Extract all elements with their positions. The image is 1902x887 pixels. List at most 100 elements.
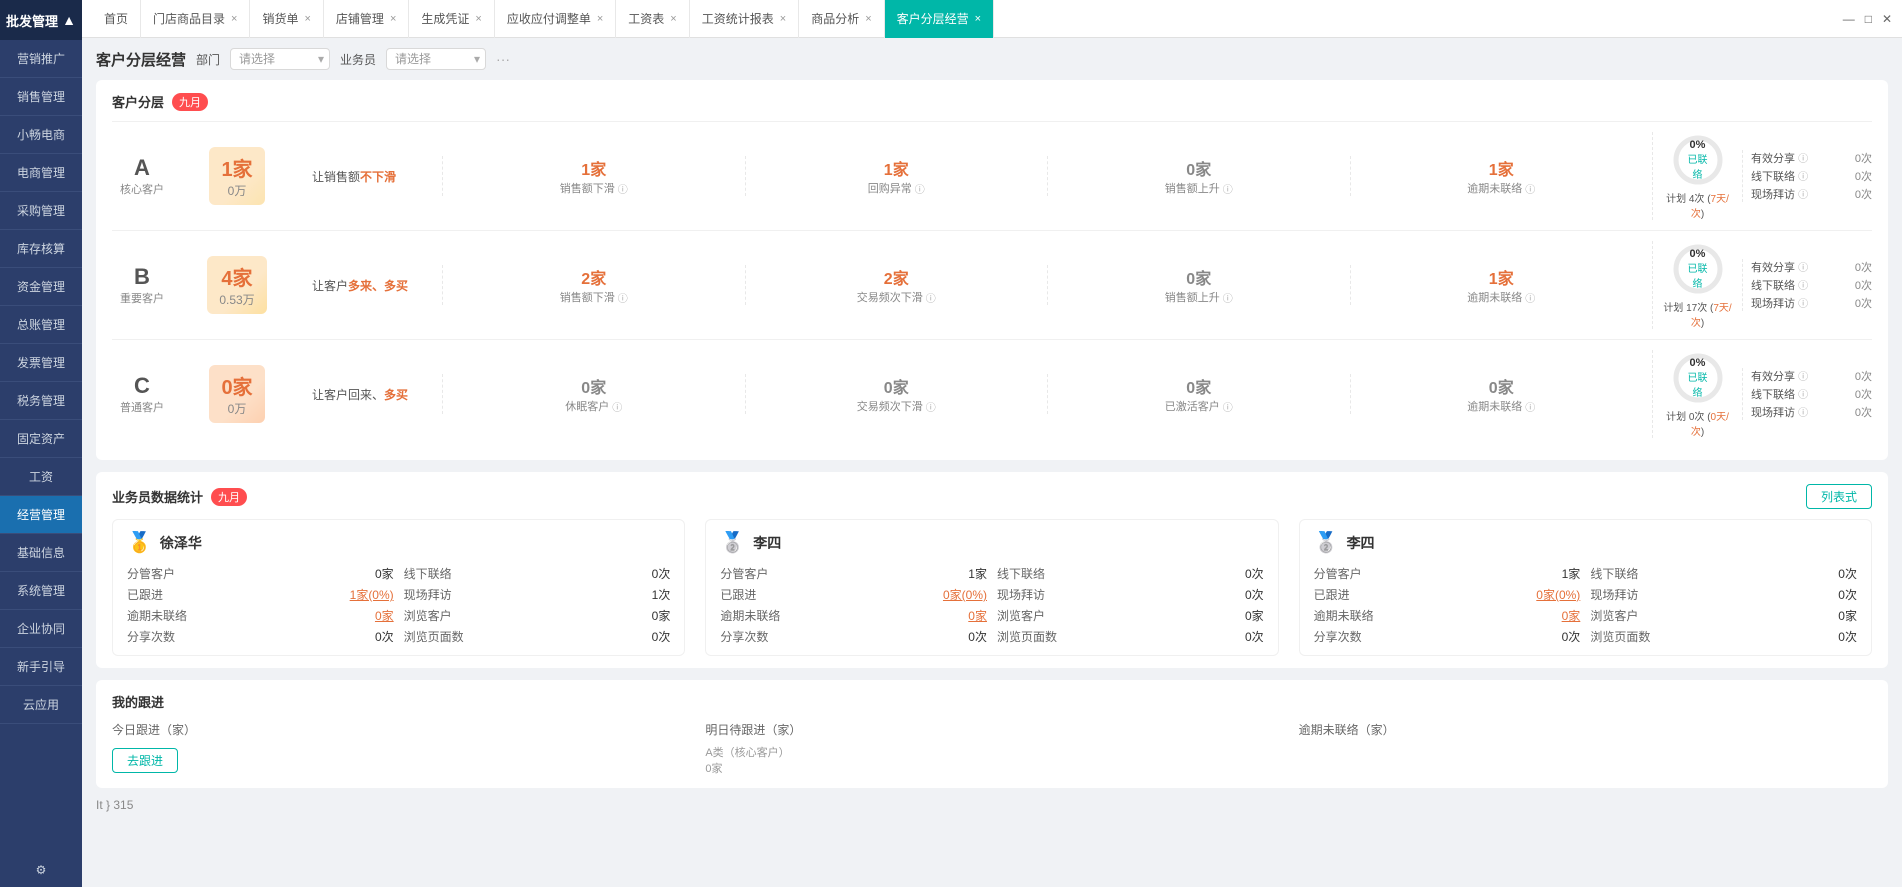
staff-val[interactable]: 0家: [1562, 607, 1581, 624]
info-icon[interactable]: ⓘ: [1223, 399, 1233, 414]
info-icon[interactable]: ⓘ: [926, 290, 936, 305]
tab-客户分层经营[interactable]: 客户分层经营×: [885, 0, 994, 38]
sidebar-item-总账管理[interactable]: 总账管理: [0, 306, 82, 344]
stat-label: 已激活客户 ⓘ: [1165, 398, 1233, 414]
sidebar-item-新手引导[interactable]: 新手引导: [0, 648, 82, 686]
sidebar-collapse-icon[interactable]: ▲: [62, 12, 76, 28]
sidebar-item-税务管理[interactable]: 税务管理: [0, 382, 82, 420]
info-icon[interactable]: ⓘ: [1798, 408, 1808, 419]
tab-close-生成凭证[interactable]: ×: [475, 13, 481, 25]
info-icon[interactable]: ⓘ: [1798, 172, 1808, 183]
sidebar-item-发票管理[interactable]: 发票管理: [0, 344, 82, 382]
info-icon[interactable]: ⓘ: [618, 290, 628, 305]
window-minimize[interactable]: —: [1843, 12, 1855, 26]
dept-label: 部门: [196, 51, 220, 68]
tab-close-工资表[interactable]: ×: [670, 13, 676, 25]
sidebar-header: 批发管理 ▲: [0, 0, 82, 40]
sidebar-item-资金管理[interactable]: 资金管理: [0, 268, 82, 306]
tab-工资表[interactable]: 工资表×: [616, 0, 689, 38]
tab-首页[interactable]: 首页: [92, 0, 141, 38]
sidebar-item-固定资产[interactable]: 固定资产: [0, 420, 82, 458]
tier-right-stats-A: 有效分享 ⓘ0次线下联络 ⓘ0次现场拜访 ⓘ0次: [1742, 150, 1872, 202]
info-icon[interactable]: ⓘ: [1525, 290, 1535, 305]
staff-val[interactable]: 0家: [968, 607, 987, 624]
sidebar-title: 批发管理: [6, 11, 58, 30]
sidebar-item-小畅电商[interactable]: 小畅电商: [0, 116, 82, 154]
tab-close-工资统计报表[interactable]: ×: [780, 13, 786, 25]
staff-val[interactable]: 0家(0%): [1536, 586, 1580, 603]
staff-data-row: 现场拜访0次: [1590, 586, 1857, 603]
sidebar-item-电商管理[interactable]: 电商管理: [0, 154, 82, 192]
info-icon[interactable]: ⓘ: [915, 181, 925, 196]
sidebar-item-采购管理[interactable]: 采购管理: [0, 192, 82, 230]
info-icon[interactable]: ⓘ: [1798, 390, 1808, 401]
tab-close-客户分层经营[interactable]: ×: [975, 13, 981, 25]
staff-name-2: 李四: [1347, 533, 1375, 553]
sidebar-item-云应用[interactable]: 云应用: [0, 686, 82, 724]
staff-data-row: 现场拜访0次: [997, 586, 1264, 603]
tier-suggestion-A: 让销售额不下滑: [302, 168, 442, 185]
tier-count-B: 4家0.53万: [172, 256, 302, 314]
info-icon[interactable]: ⓘ: [1525, 181, 1535, 196]
tab-商品分析[interactable]: 商品分析×: [799, 0, 884, 38]
tab-工资统计报表[interactable]: 工资统计报表×: [690, 0, 799, 38]
sidebar-item-系统管理[interactable]: 系统管理: [0, 572, 82, 610]
window-close[interactable]: ✕: [1882, 12, 1892, 26]
info-icon[interactable]: ⓘ: [1798, 154, 1808, 165]
info-icon[interactable]: ⓘ: [1223, 181, 1233, 196]
more-options[interactable]: ···: [496, 51, 510, 67]
dept-select[interactable]: 请选择: [230, 48, 330, 70]
info-icon[interactable]: ⓘ: [1798, 299, 1808, 310]
follow-title: 我的跟进: [112, 692, 164, 711]
info-icon[interactable]: ⓘ: [1798, 372, 1808, 383]
tab-close-门店商品目录[interactable]: ×: [231, 13, 237, 25]
circle-plan: 计划 4次 (7天/次): [1661, 190, 1734, 220]
go-follow-btn[interactable]: 去跟进: [112, 748, 178, 773]
sidebar-item-基础信息[interactable]: 基础信息: [0, 534, 82, 572]
tier-name-B: 重要客户: [120, 293, 164, 305]
staff-key: 逾期未联络: [1314, 607, 1374, 624]
tab-销货单[interactable]: 销货单×: [250, 0, 323, 38]
stat-num: 1家: [1489, 265, 1514, 289]
staff-data-row: 线下联络0次: [997, 565, 1264, 582]
window-maximize[interactable]: □: [1865, 12, 1872, 26]
info-icon[interactable]: ⓘ: [926, 399, 936, 414]
info-icon[interactable]: ⓘ: [1798, 263, 1808, 274]
tab-门店商品目录[interactable]: 门店商品目录×: [141, 0, 250, 38]
staff-select-wrap: 请选择: [386, 48, 486, 70]
page-title: 客户分层经营: [96, 49, 186, 70]
sidebar-item-企业协同[interactable]: 企业协同: [0, 610, 82, 648]
tab-close-商品分析[interactable]: ×: [865, 13, 871, 25]
stat-num: 0家: [1186, 156, 1211, 180]
staff-val[interactable]: 1家(0%): [350, 586, 394, 603]
info-icon[interactable]: ⓘ: [612, 399, 622, 414]
tab-close-店铺管理[interactable]: ×: [390, 13, 396, 25]
stat-item: 1家逾期未联络 ⓘ: [1350, 265, 1653, 305]
staff-key: 分管客户: [1314, 565, 1362, 582]
staff-name-0: 徐泽华: [160, 533, 202, 553]
sidebar-item-销售管理[interactable]: 销售管理: [0, 78, 82, 116]
list-view-btn[interactable]: 列表式: [1806, 484, 1872, 509]
sidebar-item-经营管理[interactable]: 经营管理: [0, 496, 82, 534]
staff-key: 现场拜访: [997, 586, 1045, 603]
tab-生成凭证[interactable]: 生成凭证×: [409, 0, 494, 38]
info-icon[interactable]: ⓘ: [1798, 281, 1808, 292]
tab-应收应付调整单[interactable]: 应收应付调整单×: [495, 0, 616, 38]
staff-val[interactable]: 0家: [375, 607, 394, 624]
staff-select[interactable]: 请选择: [386, 48, 486, 70]
info-icon[interactable]: ⓘ: [1798, 190, 1808, 201]
info-icon[interactable]: ⓘ: [1223, 290, 1233, 305]
stat-item: 0家销售额上升 ⓘ: [1047, 265, 1350, 305]
tab-店铺管理[interactable]: 店铺管理×: [324, 0, 409, 38]
sidebar-item-营销推广[interactable]: 营销推广: [0, 40, 82, 78]
sidebar-settings[interactable]: ⚙: [0, 853, 82, 887]
tab-close-销货单[interactable]: ×: [304, 13, 310, 25]
info-icon[interactable]: ⓘ: [618, 181, 628, 196]
staff-card-2: 🥈李四分管客户1家线下联络0次已跟进0家(0%)现场拜访0次逾期未联络0家浏览客…: [1299, 519, 1872, 656]
tab-close-应收应付调整单[interactable]: ×: [597, 13, 603, 25]
sidebar-item-工资[interactable]: 工资: [0, 458, 82, 496]
stat-num: 1家: [1489, 156, 1514, 180]
sidebar-item-库存核算[interactable]: 库存核算: [0, 230, 82, 268]
info-icon[interactable]: ⓘ: [1525, 399, 1535, 414]
staff-val[interactable]: 0家(0%): [943, 586, 987, 603]
